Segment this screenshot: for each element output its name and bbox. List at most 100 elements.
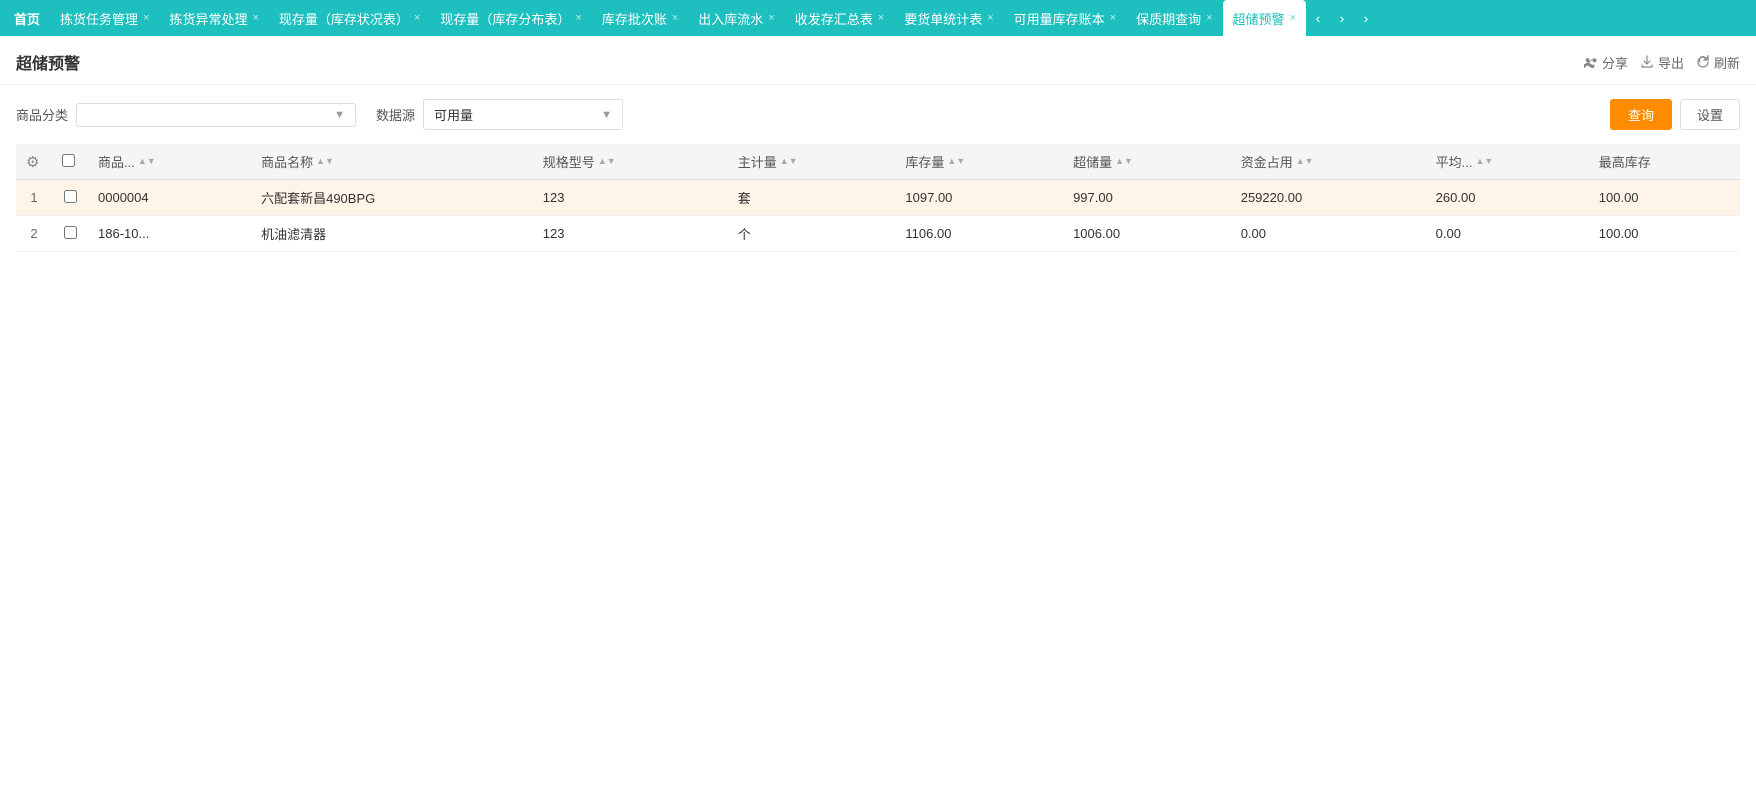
th-overstock[interactable]: 超储量 ▲▼ — [1063, 144, 1231, 180]
category-label: 商品分类 — [16, 105, 68, 124]
close-icon[interactable]: × — [987, 12, 993, 24]
row-number: 2 — [16, 216, 52, 252]
th-max-stock[interactable]: 最高库存 — [1589, 144, 1740, 180]
unit: 套 — [728, 180, 896, 216]
sort-icon: ▲▼ — [1476, 157, 1494, 166]
close-icon[interactable]: × — [878, 12, 884, 24]
query-button[interactable]: 查询 — [1610, 99, 1672, 130]
capital: 0.00 — [1231, 216, 1426, 252]
unit: 个 — [728, 216, 896, 252]
select-all-checkbox[interactable] — [62, 154, 75, 167]
nav-bar: 首页 拣货任务管理 × 拣货异常处理 × 现存量（库存状况表） × 现存量（库存… — [0, 0, 1756, 36]
th-product-name[interactable]: 商品名称 ▲▼ — [251, 144, 533, 180]
nav-item-inventory-status[interactable]: 现存量（库存状况表） × — [269, 0, 430, 36]
product-code: 0000004 — [88, 180, 251, 216]
nav-item-inout-flow[interactable]: 出入库流水 × — [688, 0, 784, 36]
product-code: 186-10... — [88, 216, 251, 252]
th-spec[interactable]: 规格型号 ▲▼ — [533, 144, 728, 180]
avg: 0.00 — [1426, 216, 1589, 252]
th-avg[interactable]: 平均... ▲▼ — [1426, 144, 1589, 180]
avg: 260.00 — [1426, 180, 1589, 216]
th-capital[interactable]: 资金占用 ▲▼ — [1231, 144, 1426, 180]
nav-item-expiry-query[interactable]: 保质期查询 × — [1126, 0, 1222, 36]
table-row: 2 186-10... 机油滤清器 123 个 1106.00 1006.00 … — [16, 216, 1740, 252]
category-select[interactable]: ▼ — [76, 103, 356, 127]
nav-next-arrow[interactable]: › — [1330, 0, 1354, 36]
nav-item-order-stats[interactable]: 要货单统计表 × — [894, 0, 1003, 36]
capital: 259220.00 — [1231, 180, 1426, 216]
close-icon[interactable]: × — [768, 12, 774, 24]
table-container: ⚙ 商品... ▲▼ 商品名称 ▲▼ — [0, 144, 1756, 252]
settings-button[interactable]: 设置 — [1680, 99, 1740, 130]
nav-item-task-mgmt[interactable]: 拣货任务管理 × — [50, 0, 159, 36]
data-table: ⚙ 商品... ▲▼ 商品名称 ▲▼ — [16, 144, 1740, 252]
filter-area: 商品分类 ▼ 数据源 可用量 ▼ 查询 设置 — [0, 85, 1756, 144]
close-icon[interactable]: × — [414, 12, 420, 24]
overstock: 1006.00 — [1063, 216, 1231, 252]
nav-item-overstock-warning[interactable]: 超储预警 × — [1223, 0, 1306, 36]
nav-item-abnormal[interactable]: 拣货异常处理 × — [159, 0, 268, 36]
refresh-icon — [1696, 55, 1710, 69]
export-icon — [1640, 55, 1654, 69]
share-button[interactable]: 分享 — [1584, 53, 1628, 72]
close-icon[interactable]: × — [1206, 12, 1212, 24]
nav-prev-arrow[interactable]: ‹ — [1306, 0, 1330, 36]
sort-icon: ▲▼ — [1296, 157, 1314, 166]
product-name: 机油滤清器 — [251, 216, 533, 252]
nav-more-arrow[interactable]: › — [1354, 0, 1378, 36]
close-icon[interactable]: × — [1290, 12, 1296, 24]
max-stock: 100.00 — [1589, 216, 1740, 252]
nav-item-batch-account[interactable]: 库存批次账 × — [592, 0, 688, 36]
row-checkbox-cell — [52, 216, 88, 252]
th-settings: ⚙ — [16, 144, 52, 180]
sort-icon: ▲▼ — [947, 157, 965, 166]
page-container: 超储预警 分享 导出 刷新 商品 — [0, 36, 1756, 800]
nav-item-inventory-dist[interactable]: 现存量（库存分布表） × — [430, 0, 591, 36]
close-icon[interactable]: × — [575, 12, 581, 24]
datasource-label: 数据源 — [376, 105, 415, 124]
th-inventory[interactable]: 库存量 ▲▼ — [895, 144, 1063, 180]
page-title: 超储预警 — [16, 50, 80, 74]
category-filter: 商品分类 ▼ — [16, 103, 356, 127]
sort-icon: ▲▼ — [780, 157, 798, 166]
row-number: 1 — [16, 180, 52, 216]
row-checkbox[interactable] — [64, 226, 77, 239]
datasource-value: 可用量 — [434, 105, 473, 124]
nav-item-available-account[interactable]: 可用量库存账本 × — [1004, 0, 1126, 36]
th-product-code[interactable]: 商品... ▲▼ — [88, 144, 251, 180]
filter-buttons: 查询 设置 — [1610, 99, 1740, 130]
row-checkbox-cell — [52, 180, 88, 216]
close-icon[interactable]: × — [672, 12, 678, 24]
close-icon[interactable]: × — [143, 12, 149, 24]
th-checkbox — [52, 144, 88, 180]
header-actions: 分享 导出 刷新 — [1584, 53, 1740, 72]
sort-icon: ▲▼ — [598, 157, 616, 166]
product-name: 六配套新昌490BPG — [251, 180, 533, 216]
max-stock: 100.00 — [1589, 180, 1740, 216]
export-button[interactable]: 导出 — [1640, 53, 1684, 72]
chevron-down-icon: ▼ — [334, 109, 345, 121]
row-checkbox[interactable] — [64, 190, 77, 203]
page-header: 超储预警 分享 导出 刷新 — [0, 36, 1756, 85]
inventory: 1097.00 — [895, 180, 1063, 216]
datasource-select[interactable]: 可用量 ▼ — [423, 99, 623, 130]
refresh-button[interactable]: 刷新 — [1696, 53, 1740, 72]
inventory: 1106.00 — [895, 216, 1063, 252]
th-unit[interactable]: 主计量 ▲▼ — [728, 144, 896, 180]
nav-item-collect-summary[interactable]: 收发存汇总表 × — [785, 0, 894, 36]
overstock: 997.00 — [1063, 180, 1231, 216]
nav-item-home[interactable]: 首页 — [4, 0, 50, 36]
spec: 123 — [533, 216, 728, 252]
table-header-row: ⚙ 商品... ▲▼ 商品名称 ▲▼ — [16, 144, 1740, 180]
datasource-filter: 数据源 可用量 ▼ — [376, 99, 623, 130]
table-row: 1 0000004 六配套新昌490BPG 123 套 1097.00 997.… — [16, 180, 1740, 216]
sort-icon: ▲▼ — [316, 157, 334, 166]
sort-icon: ▲▼ — [1115, 157, 1133, 166]
close-icon[interactable]: × — [1110, 12, 1116, 24]
share-icon — [1584, 55, 1598, 69]
chevron-down-icon: ▼ — [601, 109, 612, 121]
close-icon[interactable]: × — [252, 12, 258, 24]
gear-icon[interactable]: ⚙ — [26, 154, 39, 171]
spec: 123 — [533, 180, 728, 216]
sort-icon: ▲▼ — [138, 157, 156, 166]
